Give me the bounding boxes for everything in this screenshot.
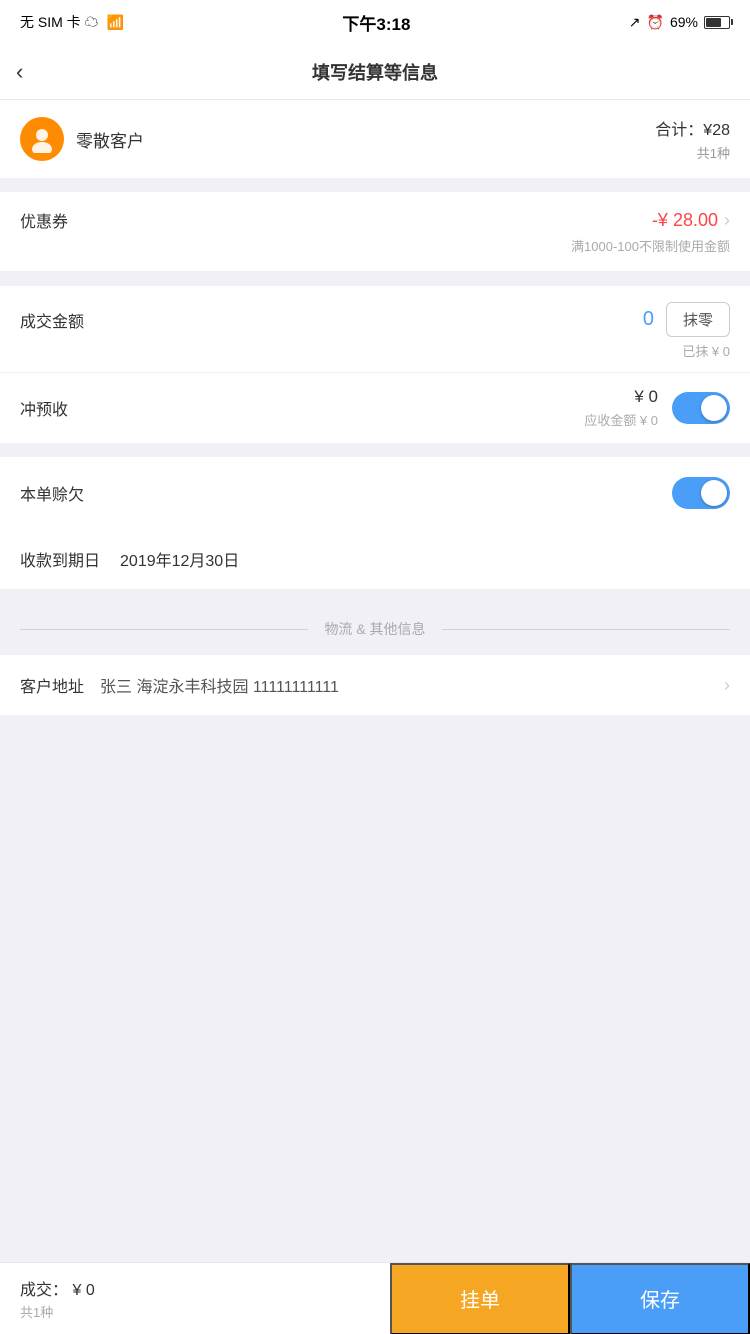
coupon-right: -¥ 28.00 › <box>652 210 730 231</box>
coupon-amount: -¥ 28.00 <box>652 210 718 231</box>
battery-pct: 69% <box>670 14 698 30</box>
bottom-info: 成交： ¥ 0 共1种 <box>0 1276 390 1321</box>
deal-right: 0 抹零 <box>643 302 730 337</box>
debit-label: 本单赊欠 <box>20 481 84 505</box>
address-section: 客户地址 张三 海淀永丰科技园 11111111111 › <box>0 655 750 715</box>
bottom-count: 共1种 <box>20 1302 370 1321</box>
hang-button[interactable]: 挂单 <box>390 1263 570 1334</box>
customer-count: 共1种 <box>655 143 730 162</box>
customer-total: 合计：¥28 <box>655 116 730 140</box>
logistics-header: 物流 & 其他信息 <box>0 603 750 655</box>
status-right: ↗ ⏰ 69% <box>629 14 730 31</box>
prepay-row: 冲预收 ¥ 0 应收金额 ¥ 0 <box>0 373 750 443</box>
coupon-desc: 满1000-100不限制使用金额 <box>20 236 730 255</box>
prepay-label: 冲预收 <box>20 396 68 420</box>
divider-4 <box>0 589 750 603</box>
status-left: 无 SIM 卡 ☁ 📶 <box>20 12 124 32</box>
debit-toggle[interactable] <box>672 477 730 509</box>
status-bar: 无 SIM 卡 ☁ 📶 下午3:18 ↗ ⏰ 69% <box>0 0 750 44</box>
logistics-line-left <box>20 629 308 630</box>
customer-left: 零散客户 <box>20 117 144 161</box>
prepay-sub-amount: 应收金额 ¥ 0 <box>584 410 658 429</box>
deal-amount-value: 0 <box>643 308 654 331</box>
divider-1 <box>0 178 750 192</box>
address-chevron-icon: › <box>724 675 730 696</box>
save-button[interactable]: 保存 <box>570 1263 750 1334</box>
debit-row: 本单赊欠 <box>0 457 750 529</box>
coupon-label: 优惠券 <box>20 208 68 232</box>
logistics-text: 物流 & 其他信息 <box>324 619 425 639</box>
customer-row: 零散客户 合计：¥28 共1种 <box>0 100 750 178</box>
divider-2 <box>0 272 750 286</box>
divider-5 <box>0 715 750 915</box>
main-content: 零散客户 合计：¥28 共1种 优惠券 -¥ 28.00 › 满1000-100… <box>0 100 750 995</box>
debit-section: 本单赊欠 收款到期日 2019年12月30日 <box>0 457 750 589</box>
round-button[interactable]: 抹零 <box>666 302 730 337</box>
deal-amount-row: 成交金额 0 抹零 已抹 ¥ 0 <box>0 286 750 373</box>
deal-amount-label: 成交金额 <box>20 308 84 332</box>
due-date-row: 收款到期日 2019年12月30日 <box>0 529 750 589</box>
bottom-deal-value: ¥ 0 <box>72 1282 94 1299</box>
bottom-deal-label: 成交： <box>20 1282 68 1299</box>
coupon-row[interactable]: 优惠券 -¥ 28.00 › 满1000-100不限制使用金额 <box>0 192 750 272</box>
logistics-line-right <box>442 629 730 630</box>
status-time: 下午3:18 <box>342 10 410 35</box>
sim-text: 无 SIM 卡 ☁ <box>20 12 99 32</box>
avatar <box>20 117 64 161</box>
back-button[interactable]: ‹ <box>16 59 23 85</box>
bottom-deal: 成交： ¥ 0 <box>20 1276 370 1300</box>
customer-right: 合计：¥28 共1种 <box>655 116 730 162</box>
coupon-chevron-icon: › <box>724 210 730 231</box>
address-row[interactable]: 客户地址 张三 海淀永丰科技园 11111111111 › <box>0 655 750 715</box>
address-value: 张三 海淀永丰科技园 11111111111 <box>100 673 716 697</box>
nav-bar: ‹ 填写结算等信息 <box>0 44 750 100</box>
battery-icon <box>704 16 730 29</box>
prepay-right: ¥ 0 应收金额 ¥ 0 <box>584 387 730 429</box>
deal-section: 成交金额 0 抹零 已抹 ¥ 0 冲预收 ¥ 0 应收金额 ¥ 0 <box>0 286 750 443</box>
customer-section: 零散客户 合计：¥28 共1种 <box>0 100 750 178</box>
coupon-section: 优惠券 -¥ 28.00 › 满1000-100不限制使用金额 <box>0 192 750 272</box>
alarm-icon: ⏰ <box>647 14 664 31</box>
divider-3 <box>0 443 750 457</box>
wifi-icon: 📶 <box>107 14 124 31</box>
prepay-amounts: ¥ 0 应收金额 ¥ 0 <box>584 387 658 429</box>
due-date-value: 2019年12月30日 <box>120 547 239 571</box>
due-date-label: 收款到期日 <box>20 547 100 571</box>
location-icon: ↗ <box>629 14 641 31</box>
address-label: 客户地址 <box>20 673 84 697</box>
deal-sub: 已抹 ¥ 0 <box>20 341 730 360</box>
customer-name: 零散客户 <box>76 127 144 152</box>
bottom-bar: 成交： ¥ 0 共1种 挂单 保存 <box>0 1262 750 1334</box>
prepay-toggle[interactable] <box>672 392 730 424</box>
page-title: 填写结算等信息 <box>312 59 438 85</box>
prepay-main-amount: ¥ 0 <box>584 387 658 407</box>
